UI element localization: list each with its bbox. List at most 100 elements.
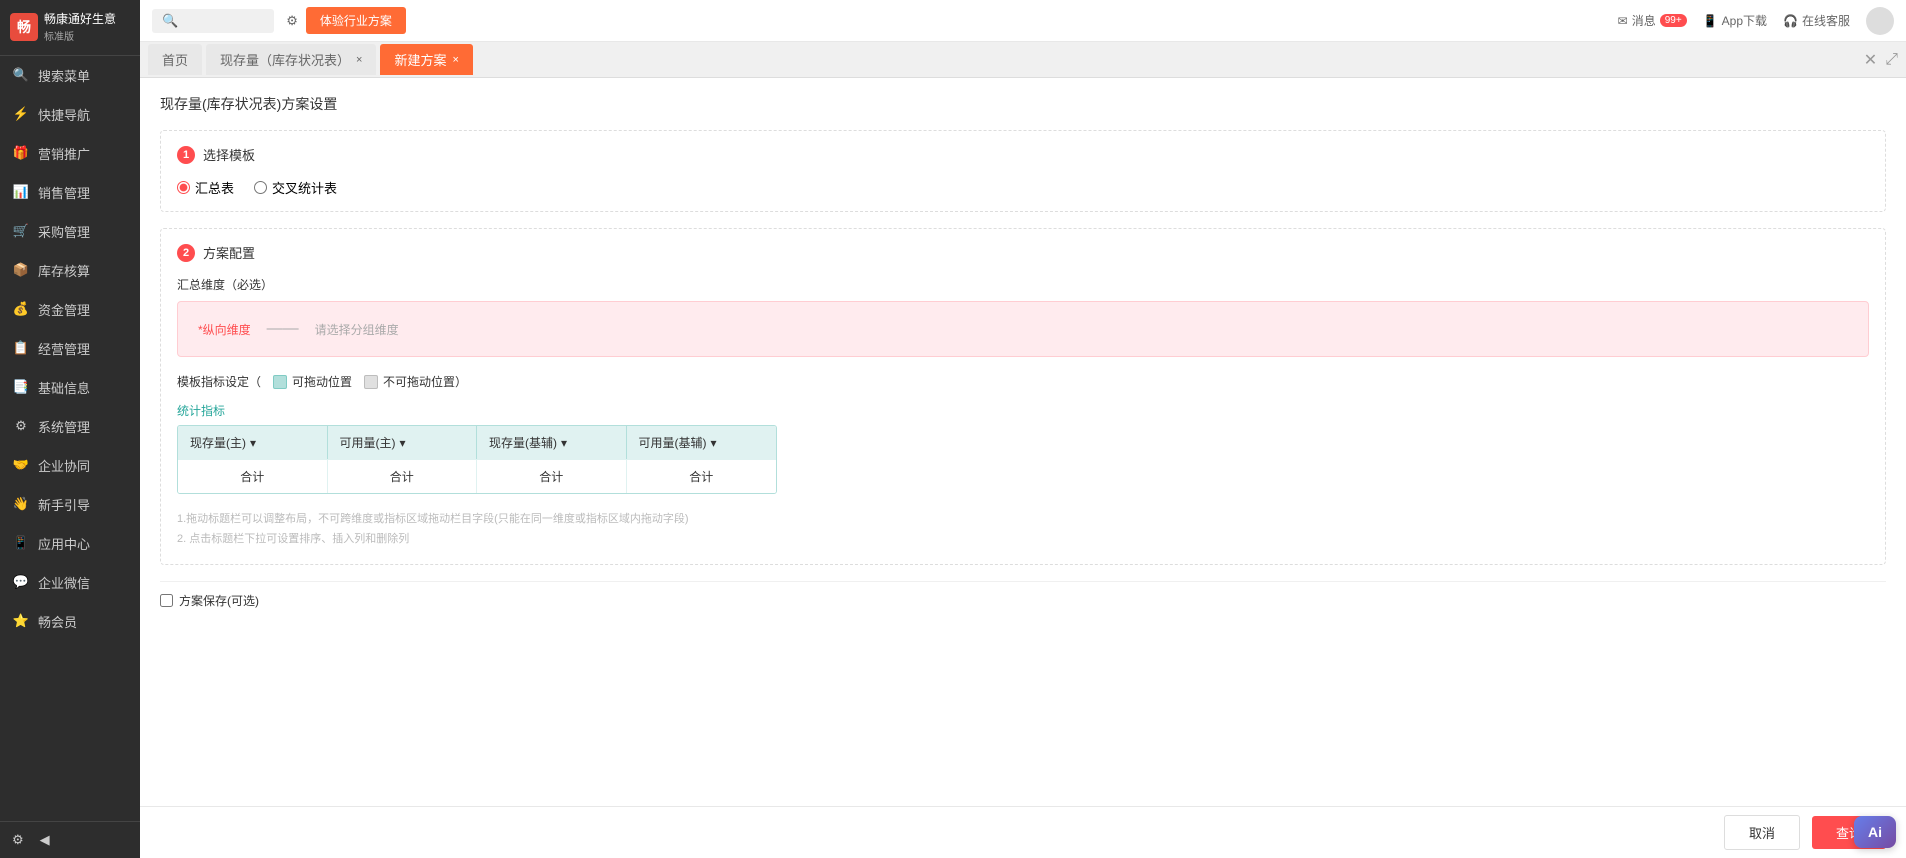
topbar-left: 🔍 ⚙ 体验行业方案	[152, 7, 1610, 34]
stats-col-3-dropdown-icon[interactable]: ▾	[561, 436, 567, 450]
tips-section: 1.拖动标题栏可以调整布局，不可跨维度或指标区域拖动栏目字段(只能在同一维度或指…	[177, 510, 1869, 546]
wechat-icon: 💬	[12, 573, 30, 591]
radio-summary-input[interactable]	[177, 181, 190, 194]
draggable-indicator: 可拖动位置	[273, 373, 352, 390]
non-draggable-label: 不可拖动位置）	[383, 373, 467, 390]
template-radio-group: 汇总表 交叉统计表	[177, 178, 1869, 197]
stats-col-2-dropdown-icon[interactable]: ▾	[400, 436, 406, 450]
sidebar-item-newbie[interactable]: 👋 新手引导	[0, 485, 140, 524]
online-service-button[interactable]: 🎧 在线客服	[1783, 12, 1850, 29]
app-download-icon: 📱	[1703, 14, 1718, 28]
app-center-icon: 📱	[12, 534, 30, 552]
app-logo-icon: 畅	[10, 13, 38, 41]
tab-inventory-close-icon[interactable]: ×	[356, 54, 362, 66]
non-draggable-dot	[364, 375, 378, 389]
app-version: 标准版	[44, 28, 116, 43]
app-download-button[interactable]: 📱 App下载	[1703, 12, 1767, 29]
sidebar-item-sales[interactable]: 📊 销售管理	[0, 173, 140, 212]
stats-col-4-dropdown-icon[interactable]: ▾	[711, 436, 717, 450]
marketing-icon: 🎁	[12, 144, 30, 162]
stats-cell-1-3: 合计	[477, 459, 627, 493]
system-icon: ⚙	[12, 417, 30, 435]
ai-float-button[interactable]: Ai	[1854, 816, 1896, 848]
radio-summary-label: 汇总表	[195, 178, 234, 197]
main-area: 🔍 ⚙ 体验行业方案 ✉ 消息 99+ 📱 App下载 🎧 在线客服	[140, 0, 1906, 858]
enterprise-icon: 🤝	[12, 456, 30, 474]
messages-label: 消息	[1632, 12, 1656, 29]
quick-nav-icon: ⚡	[12, 105, 30, 123]
save-option-label: 方案保存(可选)	[179, 592, 259, 609]
tab-home[interactable]: 首页	[148, 44, 202, 75]
sidebar-item-label: 销售管理	[38, 183, 90, 202]
sidebar-item-basic-info[interactable]: 📑 基础信息	[0, 368, 140, 407]
cancel-button[interactable]: 取消	[1724, 815, 1800, 850]
radio-cross-input[interactable]	[254, 181, 267, 194]
sidebar-item-system[interactable]: ⚙ 系统管理	[0, 407, 140, 446]
tab-new-plan-label: 新建方案	[394, 50, 446, 69]
dimension-box: *纵向维度 —— 请选择分组维度	[177, 301, 1869, 357]
tab-inventory-label: 现存量（库存状况表）	[220, 50, 350, 69]
sidebar-item-label: 企业协同	[38, 456, 90, 475]
stats-col-1-label: 现存量(主)	[190, 434, 246, 451]
sidebar-item-search[interactable]: 🔍 搜索菜单	[0, 56, 140, 95]
radio-summary[interactable]: 汇总表	[177, 178, 234, 197]
stats-cell-1-1: 合计	[178, 459, 328, 493]
tab-new-plan[interactable]: 新建方案 ×	[380, 44, 472, 75]
sidebar-item-inventory[interactable]: 📦 库存核算	[0, 251, 140, 290]
sidebar-item-marketing[interactable]: 🎁 营销推广	[0, 134, 140, 173]
sidebar-item-label: 基础信息	[38, 378, 90, 397]
tab-inventory-status[interactable]: 现存量（库存状况表） ×	[206, 44, 376, 75]
sidebar: 畅 畅康通好生意 标准版 🔍 搜索菜单 ⚡ 快捷导航 🎁 营销推广 📊 销售管理…	[0, 0, 140, 858]
sidebar-item-member[interactable]: ⭐ 畅会员	[0, 602, 140, 641]
vertical-dimension-label: *纵向维度	[198, 321, 251, 338]
topbar-search-icon: 🔍	[162, 13, 178, 29]
stats-col-1[interactable]: 现存量(主) ▾	[178, 426, 328, 459]
settings-icon[interactable]: ⚙	[12, 832, 24, 848]
step1-badge: 1	[177, 146, 195, 164]
tabs-bar: 首页 现存量（库存状况表） × 新建方案 × ✕ ⤢	[140, 42, 1906, 78]
sidebar-item-enterprise[interactable]: 🤝 企业协同	[0, 446, 140, 485]
collapse-icon[interactable]: ◀	[40, 832, 50, 848]
step1-section: 1 选择模板 汇总表 交叉统计表	[160, 130, 1886, 212]
stats-col-2[interactable]: 可用量(主) ▾	[328, 426, 478, 459]
purchase-icon: 🛒	[12, 222, 30, 240]
sidebar-item-label: 快捷导航	[38, 105, 90, 124]
sidebar-item-wechat[interactable]: 💬 企业微信	[0, 563, 140, 602]
messages-badge: 99+	[1660, 14, 1687, 27]
messages-button[interactable]: ✉ 消息 99+	[1618, 12, 1687, 29]
experience-industry-button[interactable]: 体验行业方案	[306, 7, 406, 34]
sidebar-item-label: 营销推广	[38, 144, 90, 163]
topbar-gear-icon[interactable]: ⚙	[286, 13, 298, 29]
online-service-label: 在线客服	[1802, 12, 1850, 29]
topbar-search-box[interactable]: 🔍	[152, 9, 274, 33]
stats-table-header: 现存量(主) ▾ 可用量(主) ▾ 现存量(基辅) ▾	[178, 426, 776, 459]
stats-col-4-label: 可用量(基辅)	[639, 434, 707, 451]
member-icon: ⭐	[12, 612, 30, 630]
save-option-row: 方案保存(可选)	[160, 581, 1886, 619]
tab-new-plan-close-icon[interactable]: ×	[452, 54, 458, 66]
save-checkbox[interactable]	[160, 594, 173, 607]
app-download-label: App下载	[1722, 12, 1767, 29]
tabs-right-controls: ✕ ⤢	[1864, 50, 1898, 70]
sidebar-item-app-center[interactable]: 📱 应用中心	[0, 524, 140, 563]
indicator-label: 模板指标设定（	[177, 373, 261, 390]
stats-col-4[interactable]: 可用量(基辅) ▾	[627, 426, 777, 459]
content-area: 现存量(库存状况表)方案设置 1 选择模板 汇总表 交	[140, 78, 1906, 806]
tab-close-all-icon[interactable]: ✕	[1864, 50, 1877, 70]
sidebar-item-purchase[interactable]: 🛒 采购管理	[0, 212, 140, 251]
non-draggable-indicator: 不可拖动位置）	[364, 373, 467, 390]
sidebar-item-quick-nav[interactable]: ⚡ 快捷导航	[0, 95, 140, 134]
stats-col-3-label: 现存量(基辅)	[489, 434, 557, 451]
avatar[interactable]	[1866, 7, 1894, 35]
stats-col-1-dropdown-icon[interactable]: ▾	[250, 436, 256, 450]
step1-title: 选择模板	[203, 145, 255, 164]
sidebar-item-operations[interactable]: 📋 经营管理	[0, 329, 140, 368]
tab-expand-icon[interactable]: ⤢	[1885, 51, 1898, 69]
stats-col-3[interactable]: 现存量(基辅) ▾	[477, 426, 627, 459]
radio-cross[interactable]: 交叉统计表	[254, 178, 337, 197]
stats-table-body: 合计 合计 合计 合计	[178, 459, 776, 493]
tip-1: 1.拖动标题栏可以调整布局，不可跨维度或指标区域拖动栏目字段(只能在同一维度或指…	[177, 510, 1869, 526]
sidebar-item-label: 采购管理	[38, 222, 90, 241]
topbar-search-input[interactable]	[184, 14, 264, 28]
sidebar-item-finance[interactable]: 💰 资金管理	[0, 290, 140, 329]
